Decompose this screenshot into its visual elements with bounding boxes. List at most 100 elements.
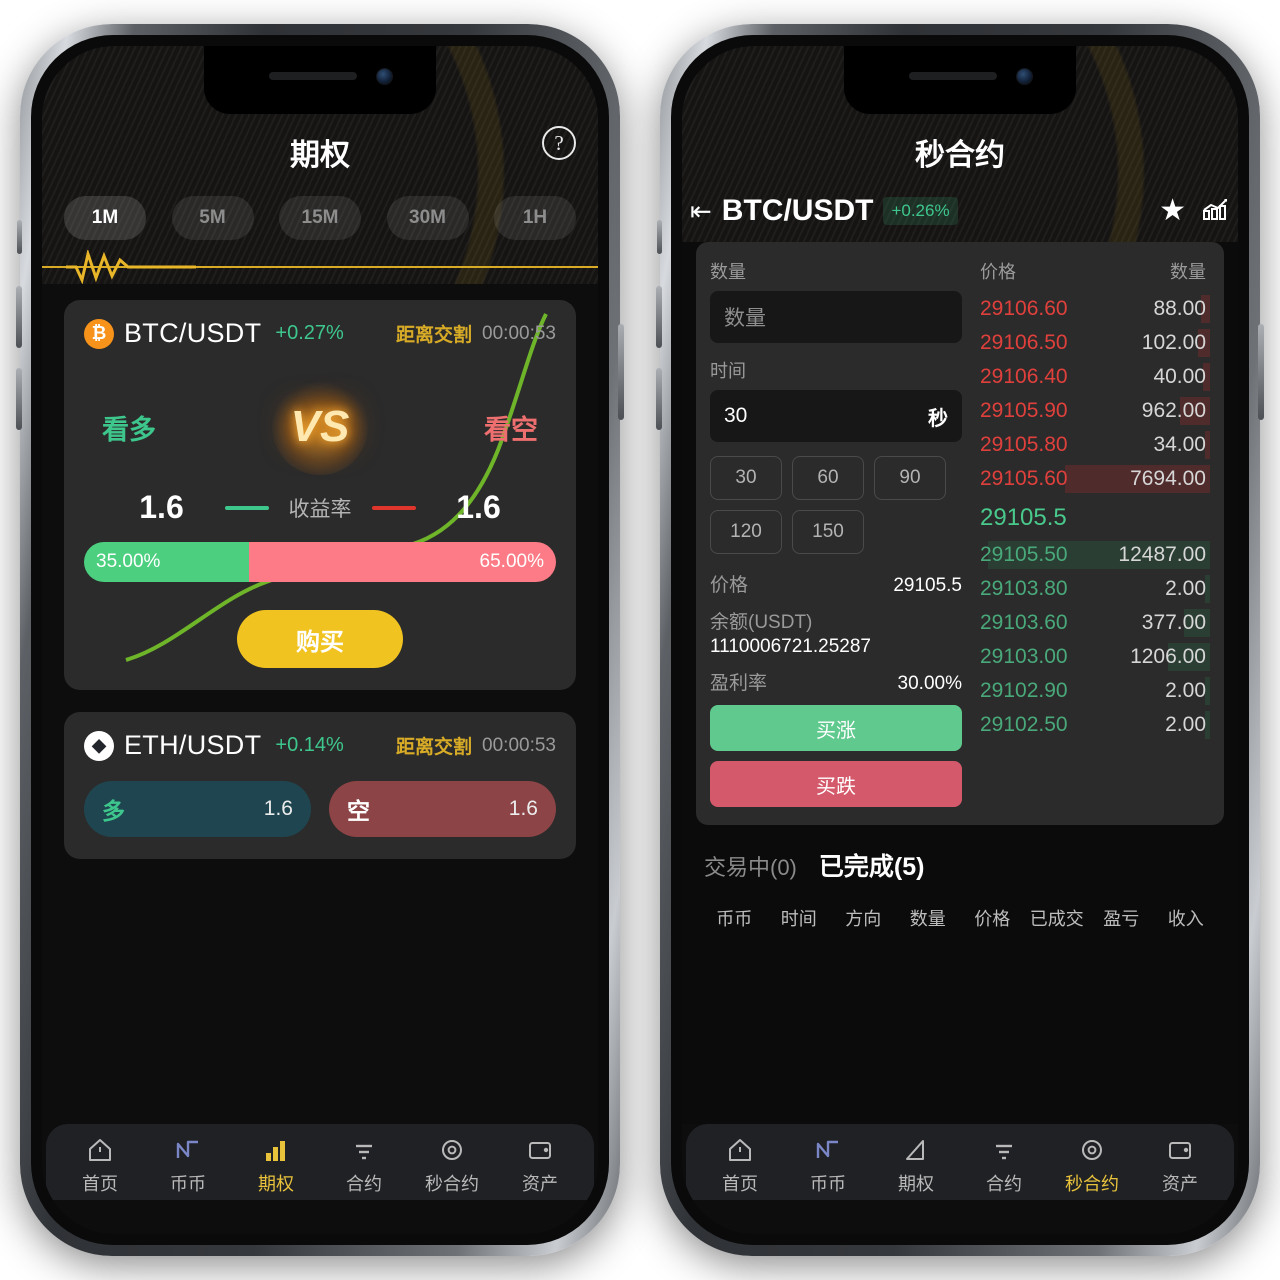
buy-up-button[interactable]: 买涨 <box>710 705 962 751</box>
pair-bar: ⇤ BTC/USDT +0.26% ★ <box>682 190 1238 242</box>
home-indicator-area-left <box>42 1200 598 1234</box>
order-price: 29106.50 <box>980 331 1068 354</box>
duration-chip-60[interactable]: 60 <box>792 456 864 500</box>
duration-chip-120[interactable]: 120 <box>710 510 782 554</box>
order-book-row[interactable]: 29106.50 102.00 <box>976 326 1210 360</box>
timeframe-15m[interactable]: 15M <box>279 196 361 240</box>
btc-pair-row: ₿ BTC/USDT +0.27% 距离交割 00:00:53 <box>84 318 556 349</box>
bitcoin-icon: ₿ <box>84 318 114 349</box>
time-input[interactable]: 30 秒 <box>710 390 962 442</box>
buy-down-button[interactable]: 买跌 <box>710 761 962 807</box>
timeframe-1h[interactable]: 1H <box>494 196 576 240</box>
nav-options[interactable]: 期权 <box>232 1134 320 1196</box>
order-book-row[interactable]: 29103.60 377.00 <box>976 606 1210 640</box>
order-price: 29105.90 <box>980 399 1068 422</box>
duration-chip-150[interactable]: 150 <box>792 510 864 554</box>
timeframe-1m[interactable]: 1M <box>64 196 146 240</box>
btc-settle-label: 距离交割 <box>396 325 473 346</box>
eth-change: +0.14% <box>275 734 344 756</box>
volume-down-button[interactable] <box>16 368 22 430</box>
eth-short-label: 空 <box>347 798 370 824</box>
profit-label: 盈利率 <box>710 673 768 694</box>
order-book-row[interactable]: 29103.00 1206.00 <box>976 640 1210 674</box>
duration-chips: 30 60 90 120 150 <box>710 456 962 554</box>
nav-home[interactable]: 首页 <box>56 1134 144 1196</box>
mute-switch[interactable] <box>657 220 662 254</box>
time-value: 30 <box>724 404 748 427</box>
power-button[interactable] <box>618 324 624 420</box>
volume-up-button[interactable] <box>16 286 22 348</box>
pair-change-badge: +0.26% <box>883 197 958 225</box>
btc-option-card: ₿ BTC/USDT +0.27% 距离交割 00:00:53 看多 VS 看空 <box>64 300 576 690</box>
timeframe-30m[interactable]: 30M <box>386 196 469 240</box>
order-book-row[interactable]: 29105.80 34.00 <box>976 428 1210 462</box>
duration-chip-90[interactable]: 90 <box>874 456 946 500</box>
duration-chip-30[interactable]: 30 <box>710 456 782 500</box>
order-price: 29103.60 <box>980 611 1068 634</box>
nav-assets[interactable]: 资产 <box>496 1134 584 1196</box>
star-icon[interactable]: ★ <box>1159 196 1186 226</box>
order-price: 29103.00 <box>980 645 1068 668</box>
order-amount: 34.00 <box>1153 433 1206 456</box>
sentiment-bar-long: 35.00% <box>84 542 250 582</box>
back-arrow-icon[interactable]: ⇤ <box>690 198 712 224</box>
bottom-nav-left: 首页 币币 期权 合约 秒合约 资产 <box>46 1124 594 1200</box>
order-amount: 2.00 <box>1165 679 1206 702</box>
time-label: 时间 <box>710 361 746 381</box>
triangle-icon <box>902 1134 930 1164</box>
nav-exchange[interactable]: 币币 <box>144 1134 232 1196</box>
phone-bezel: 秒合约 ⇤ BTC/USDT +0.26% ★ 数量 数量 时间 30 秒 30… <box>671 35 1249 1245</box>
nav-exchange[interactable]: 币币 <box>784 1134 872 1196</box>
nav-contract-label: 合约 <box>346 1174 382 1194</box>
nav-contract[interactable]: 合约 <box>320 1134 408 1196</box>
question-mark-icon[interactable]: ? <box>542 126 576 160</box>
volume-down-button[interactable] <box>656 368 662 430</box>
order-amount: 2.00 <box>1165 577 1206 600</box>
orders-column-header: 盈亏 <box>1103 909 1140 929</box>
nav-assets[interactable]: 资产 <box>1136 1134 1224 1196</box>
order-amount: 102.00 <box>1141 331 1206 354</box>
orders-column-header: 币币 <box>716 909 753 929</box>
order-amount: 88.00 <box>1153 297 1206 320</box>
volume-up-button[interactable] <box>656 286 662 348</box>
btc-settle-timer: 00:00:53 <box>482 322 556 344</box>
nav-options[interactable]: 期权 <box>872 1134 960 1196</box>
bearish-label: 看空 <box>484 414 538 445</box>
order-book-row[interactable]: 29102.50 2.00 <box>976 708 1210 742</box>
amount-input[interactable]: 数量 <box>710 291 962 343</box>
order-book-row[interactable]: 29106.60 88.00 <box>976 292 1210 326</box>
tab-in-progress[interactable]: 交易中(0) <box>704 850 797 882</box>
nav-home[interactable]: 首页 <box>696 1134 784 1196</box>
eth-long-button[interactable]: 多 1.6 <box>84 781 311 837</box>
order-book-row[interactable]: 29102.90 2.00 <box>976 674 1210 708</box>
bid-rows: 29105.50 12487.00 29103.80 2.00 29103.60 377.… <box>976 538 1210 742</box>
mute-switch[interactable] <box>17 220 22 254</box>
bar-chart-icon[interactable] <box>1200 196 1230 227</box>
buy-button[interactable]: 购买 <box>237 610 403 668</box>
tab-completed[interactable]: 已完成(5) <box>819 847 925 883</box>
order-book-row[interactable]: 29105.60 7694.00 <box>976 462 1210 496</box>
order-book-row[interactable]: 29106.40 40.00 <box>976 360 1210 394</box>
btc-pair-name: BTC/USDT <box>124 318 262 348</box>
nav-second-contract-label: 秒合约 <box>425 1174 479 1194</box>
current-pair[interactable]: BTC/USDT <box>722 194 874 228</box>
order-book-row[interactable]: 29105.50 12487.00 <box>976 538 1210 572</box>
eth-short-button[interactable]: 空 1.6 <box>329 781 556 837</box>
timeframe-5m[interactable]: 5M <box>171 196 254 240</box>
trade-panel: 数量 数量 时间 30 秒 30 60 90 120 150 价格 29105.… <box>696 242 1224 825</box>
home-icon <box>86 1134 114 1164</box>
nav-second-contract[interactable]: 秒合约 <box>1048 1134 1136 1196</box>
lines-icon <box>350 1134 378 1164</box>
home-icon <box>726 1134 754 1164</box>
order-price: 29105.60 <box>980 467 1068 490</box>
pulse-divider <box>42 250 598 284</box>
order-book-row[interactable]: 29105.90 962.00 <box>976 394 1210 428</box>
nav-contract[interactable]: 合约 <box>960 1134 1048 1196</box>
options-app: 期权 ? 1M 5M 15M 30M 1H ₿ BTC/USDT +0.27% … <box>42 46 598 1234</box>
long-yield-value: 1.6 <box>139 489 184 525</box>
power-button[interactable] <box>1258 324 1264 420</box>
order-book-row[interactable]: 29103.80 2.00 <box>976 572 1210 606</box>
order-book-header: 价格 数量 <box>976 258 1210 292</box>
ask-rows: 29106.60 88.00 29106.50 102.00 29106.40 40.00… <box>976 292 1210 496</box>
nav-second-contract[interactable]: 秒合约 <box>408 1134 496 1196</box>
